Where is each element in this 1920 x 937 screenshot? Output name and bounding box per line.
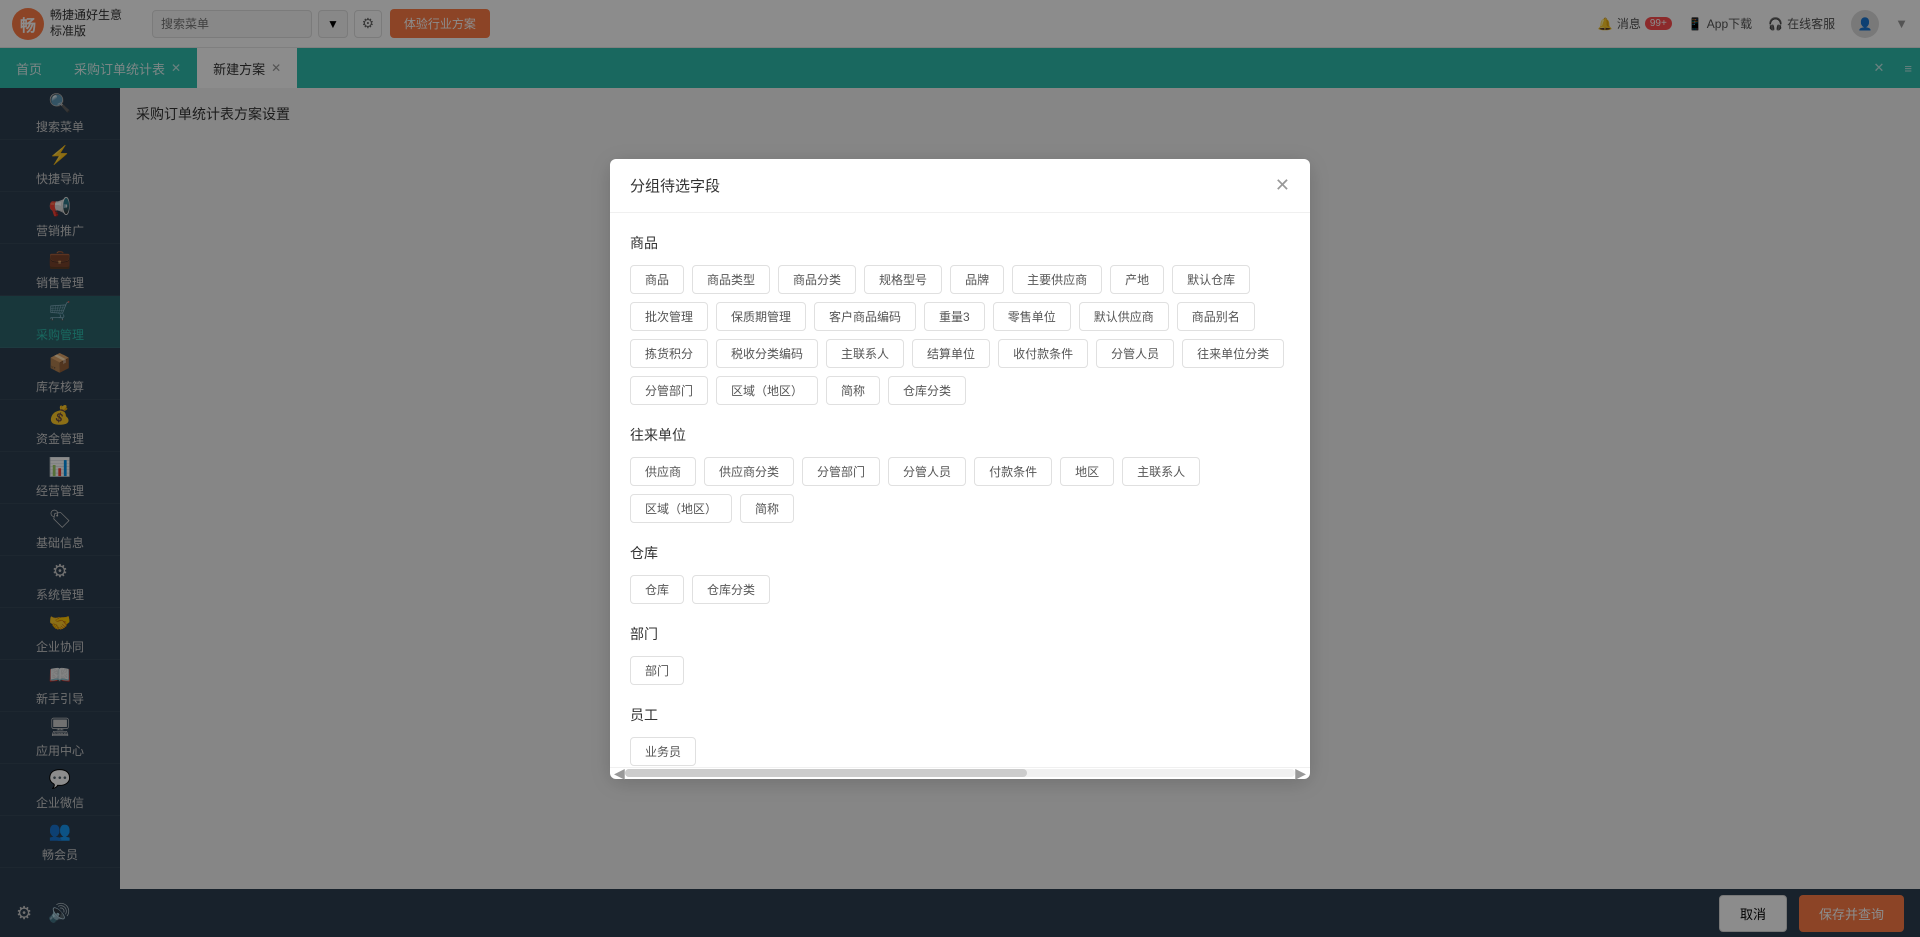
section-title-4: 员工 xyxy=(630,705,1290,725)
modal-title: 分组待选字段 xyxy=(630,175,720,196)
field-tag-0-3[interactable]: 规格型号 xyxy=(864,265,942,294)
field-tag-0-25[interactable]: 仓库分类 xyxy=(888,376,966,405)
field-tag-0-4[interactable]: 品牌 xyxy=(950,265,1004,294)
section-title-1: 往来单位 xyxy=(630,425,1290,445)
field-tag-0-15[interactable]: 拣货积分 xyxy=(630,339,708,368)
field-tag-2-0[interactable]: 仓库 xyxy=(630,575,684,604)
modal-header: 分组待选字段 ✕ xyxy=(610,159,1310,213)
modal-body[interactable]: 商品商品商品类型商品分类规格型号品牌主要供应商产地默认仓库批次管理保质期管理客户… xyxy=(610,213,1310,767)
field-tag-1-3[interactable]: 分管人员 xyxy=(888,457,966,486)
field-tag-0-5[interactable]: 主要供应商 xyxy=(1012,265,1102,294)
field-tag-1-7[interactable]: 区域（地区） xyxy=(630,494,732,523)
section-title-2: 仓库 xyxy=(630,543,1290,563)
field-tag-1-6[interactable]: 主联系人 xyxy=(1122,457,1200,486)
field-tag-0-20[interactable]: 分管人员 xyxy=(1096,339,1174,368)
field-tag-4-0[interactable]: 业务员 xyxy=(630,737,696,766)
field-tag-1-2[interactable]: 分管部门 xyxy=(802,457,880,486)
field-tag-0-1[interactable]: 商品类型 xyxy=(692,265,770,294)
field-tag-0-9[interactable]: 保质期管理 xyxy=(716,302,806,331)
modal: 分组待选字段 ✕ 商品商品商品类型商品分类规格型号品牌主要供应商产地默认仓库批次… xyxy=(610,159,1310,779)
tag-group-3: 部门 xyxy=(630,656,1290,685)
section-title-3: 部门 xyxy=(630,624,1290,644)
field-tag-0-24[interactable]: 简称 xyxy=(826,376,880,405)
field-tag-0-18[interactable]: 结算单位 xyxy=(912,339,990,368)
field-tag-0-14[interactable]: 商品别名 xyxy=(1177,302,1255,331)
modal-overlay: 分组待选字段 ✕ 商品商品商品类型商品分类规格型号品牌主要供应商产地默认仓库批次… xyxy=(0,0,1920,937)
field-tag-0-12[interactable]: 零售单位 xyxy=(993,302,1071,331)
modal-horizontal-scrollbar[interactable]: ◀ ▶ xyxy=(610,767,1310,779)
field-tag-0-23[interactable]: 区域（地区） xyxy=(716,376,818,405)
field-tag-2-1[interactable]: 仓库分类 xyxy=(692,575,770,604)
field-tag-0-8[interactable]: 批次管理 xyxy=(630,302,708,331)
field-tag-0-6[interactable]: 产地 xyxy=(1110,265,1164,294)
field-tag-0-17[interactable]: 主联系人 xyxy=(826,339,904,368)
field-tag-3-0[interactable]: 部门 xyxy=(630,656,684,685)
hscroll-right-arrow[interactable]: ▶ xyxy=(1295,765,1306,782)
field-tag-1-0[interactable]: 供应商 xyxy=(630,457,696,486)
hscroll-thumb xyxy=(625,769,1027,777)
field-tag-0-22[interactable]: 分管部门 xyxy=(630,376,708,405)
field-tag-0-19[interactable]: 收付款条件 xyxy=(998,339,1088,368)
tag-group-0: 商品商品类型商品分类规格型号品牌主要供应商产地默认仓库批次管理保质期管理客户商品… xyxy=(630,265,1290,405)
field-tag-0-7[interactable]: 默认仓库 xyxy=(1172,265,1250,294)
field-tag-1-1[interactable]: 供应商分类 xyxy=(704,457,794,486)
field-tag-0-21[interactable]: 往来单位分类 xyxy=(1182,339,1284,368)
tag-group-2: 仓库仓库分类 xyxy=(630,575,1290,604)
tag-group-4: 业务员 xyxy=(630,737,1290,766)
field-tag-0-0[interactable]: 商品 xyxy=(630,265,684,294)
field-tag-1-8[interactable]: 简称 xyxy=(740,494,794,523)
section-title-0: 商品 xyxy=(630,233,1290,253)
field-tag-1-4[interactable]: 付款条件 xyxy=(974,457,1052,486)
field-tag-0-2[interactable]: 商品分类 xyxy=(778,265,856,294)
field-tag-0-16[interactable]: 税收分类编码 xyxy=(716,339,818,368)
field-tag-1-5[interactable]: 地区 xyxy=(1060,457,1114,486)
field-tag-0-13[interactable]: 默认供应商 xyxy=(1079,302,1169,331)
hscroll-track[interactable] xyxy=(625,769,1295,777)
modal-close-button[interactable]: ✕ xyxy=(1275,175,1290,196)
field-tag-0-10[interactable]: 客户商品编码 xyxy=(814,302,916,331)
tag-group-1: 供应商供应商分类分管部门分管人员付款条件地区主联系人区域（地区） 简称 xyxy=(630,457,1290,523)
hscroll-left-arrow[interactable]: ◀ xyxy=(614,765,625,782)
field-tag-0-11[interactable]: 重量3 xyxy=(924,302,985,331)
